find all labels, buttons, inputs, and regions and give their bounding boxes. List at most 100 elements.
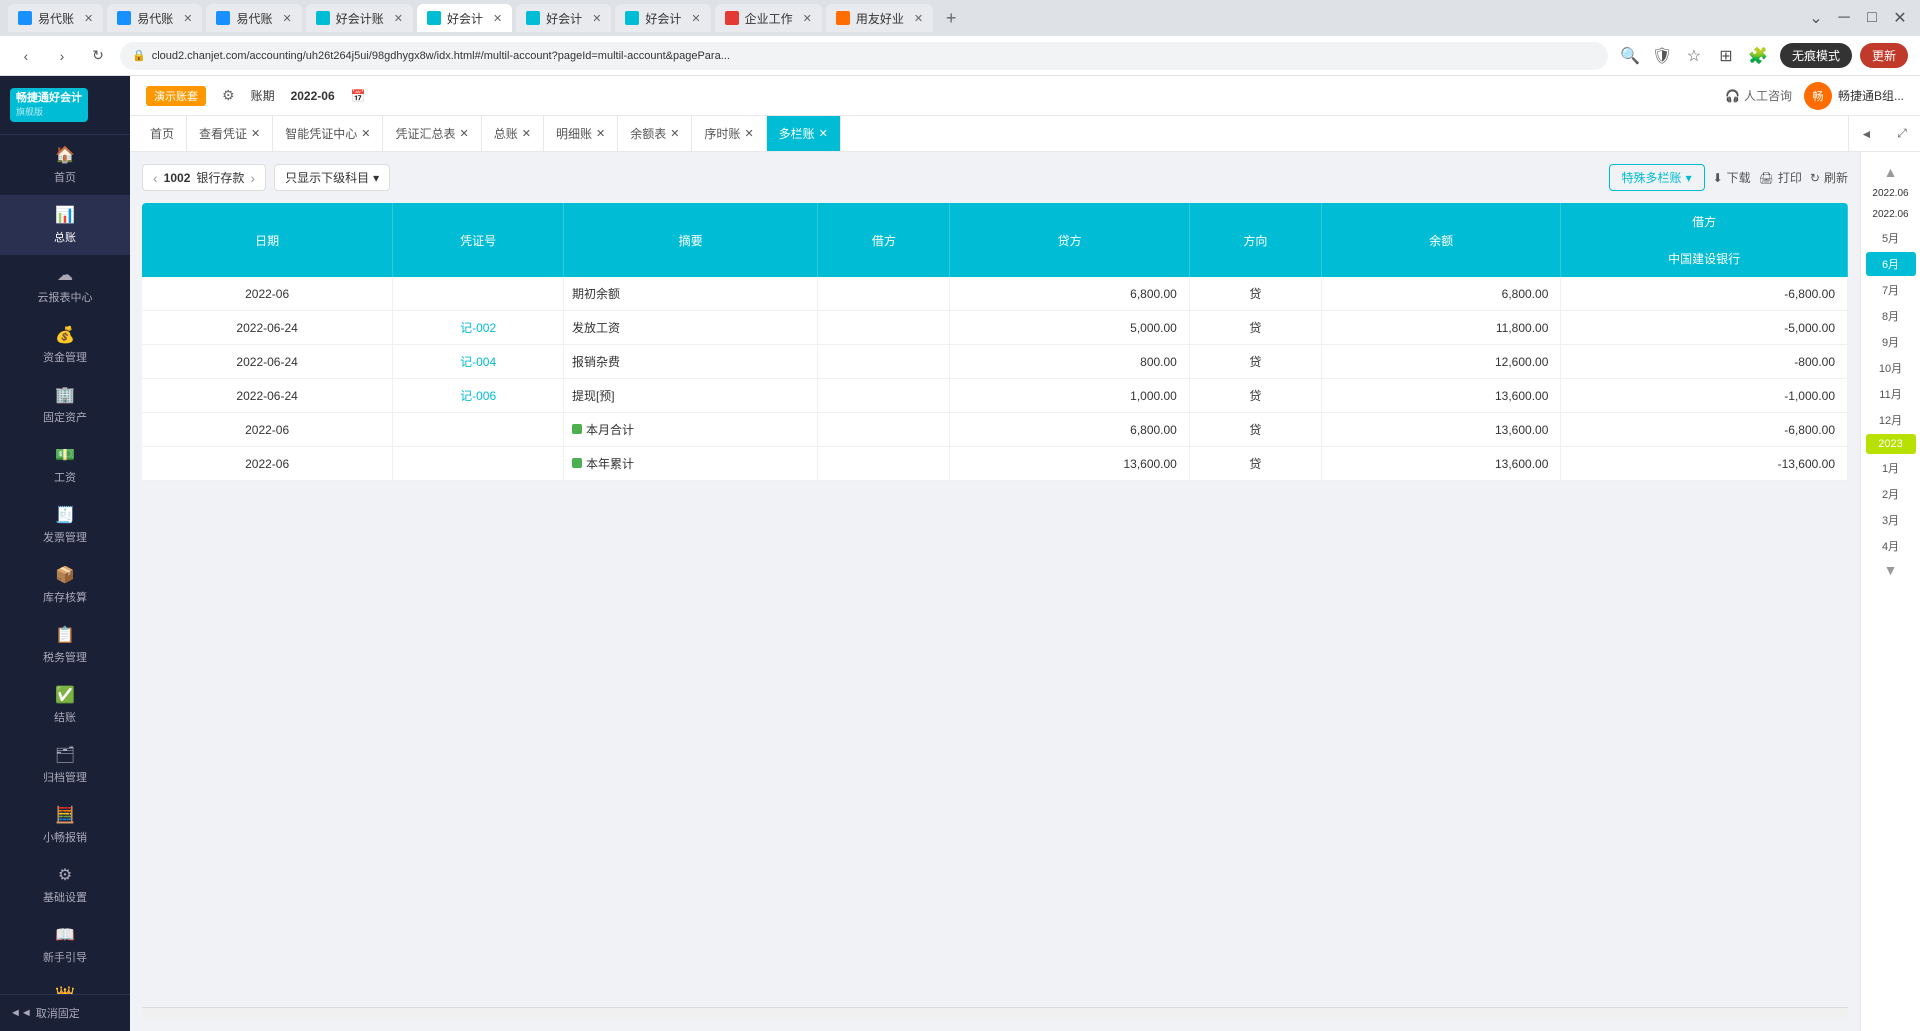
- tab-collapse-button[interactable]: ◄: [1848, 116, 1884, 152]
- tab-balance[interactable]: 余额表 ✕: [618, 116, 692, 152]
- month-dec[interactable]: 12月: [1866, 408, 1916, 432]
- tab-multi-column[interactable]: 多栏账 ✕: [767, 116, 841, 152]
- search-icon[interactable]: 🔍: [1616, 42, 1644, 70]
- sidebar-item-payroll[interactable]: 💵 工资: [0, 435, 130, 495]
- tab-close-journal[interactable]: ✕: [744, 127, 753, 140]
- tab-close-1[interactable]: ✕: [84, 12, 93, 25]
- consult-button[interactable]: 🎧 人工咨询: [1725, 87, 1792, 104]
- sidebar-item-funds[interactable]: 💰 资金管理: [0, 315, 130, 375]
- star-icon[interactable]: ☆: [1680, 42, 1708, 70]
- print-button[interactable]: 🖨 打印: [1759, 169, 1802, 186]
- sidebar-item-inventory[interactable]: 📦 库存核算: [0, 555, 130, 615]
- browser-tab-8[interactable]: 企业工作 ✕: [715, 4, 822, 32]
- next-account-button[interactable]: ›: [250, 170, 255, 186]
- shield-icon[interactable]: 🛡: [1648, 42, 1676, 70]
- unpin-button[interactable]: ◄◄ 取消固定: [10, 1005, 120, 1021]
- tab-close-balance[interactable]: ✕: [670, 127, 679, 140]
- back-button[interactable]: ‹: [12, 42, 40, 70]
- new-tab-button[interactable]: +: [937, 4, 965, 32]
- month-jan[interactable]: 1月: [1866, 456, 1916, 480]
- sidebar-item-home[interactable]: 🏠 首页: [0, 135, 130, 195]
- close-button[interactable]: ✕: [1888, 6, 1912, 30]
- sidebar-item-cloud-report[interactable]: ☁ 云报表中心: [0, 255, 130, 315]
- tab-close-4[interactable]: ✕: [394, 12, 403, 25]
- month-may[interactable]: 5月: [1866, 226, 1916, 250]
- month-mar[interactable]: 3月: [1866, 508, 1916, 532]
- month-jun[interactable]: 6月: [1866, 252, 1916, 276]
- year-2023-badge[interactable]: 2023: [1866, 434, 1916, 454]
- download-button[interactable]: ⬇ 下载: [1713, 169, 1751, 186]
- scroll-bar-area[interactable]: [142, 1007, 1848, 1019]
- tab-close-smart[interactable]: ✕: [361, 127, 370, 140]
- sidebar-item-expense[interactable]: 🧮 小畅报销: [0, 795, 130, 855]
- stealth-mode-button[interactable]: 无痕模式: [1780, 43, 1852, 68]
- month-aug[interactable]: 8月: [1866, 304, 1916, 328]
- tab-close-2[interactable]: ✕: [183, 12, 192, 25]
- sidebar-item-tax[interactable]: 📋 税务管理: [0, 615, 130, 675]
- prev-account-button[interactable]: ‹: [153, 170, 158, 186]
- tab-detail-ledger[interactable]: 明细账 ✕: [544, 116, 618, 152]
- restore-button[interactable]: □: [1860, 6, 1884, 30]
- browser-tab-1[interactable]: 易代账 ✕: [8, 4, 103, 32]
- scroll-up-button[interactable]: ▲: [1880, 160, 1902, 184]
- tab-close-5[interactable]: ✕: [493, 12, 502, 25]
- month-oct[interactable]: 10月: [1866, 356, 1916, 380]
- month-feb[interactable]: 2月: [1866, 482, 1916, 506]
- sidebar-item-archive[interactable]: 🗂 归档管理: [0, 735, 130, 795]
- month-nov[interactable]: 11月: [1866, 382, 1916, 406]
- tab-close-8[interactable]: ✕: [803, 12, 812, 25]
- tab-expand-button[interactable]: ⤢: [1884, 116, 1920, 152]
- tab-close-detail[interactable]: ✕: [596, 127, 605, 140]
- tab-journal[interactable]: 序时账 ✕: [692, 116, 766, 152]
- tab-close-general[interactable]: ✕: [522, 127, 531, 140]
- month-jul[interactable]: 7月: [1866, 278, 1916, 302]
- calendar-icon[interactable]: 📅: [351, 89, 366, 103]
- forward-button[interactable]: ›: [48, 42, 76, 70]
- tab-list-button[interactable]: ⌄: [1804, 6, 1828, 30]
- browser-tab-3[interactable]: 易代账 ✕: [206, 4, 301, 32]
- tab-voucher-summary[interactable]: 凭证汇总表 ✕: [383, 116, 481, 152]
- sidebar-item-member[interactable]: 👑 畅会员: [0, 975, 130, 994]
- month-sep[interactable]: 9月: [1866, 330, 1916, 354]
- sidebar-item-close-period[interactable]: ✅ 结账: [0, 675, 130, 735]
- scroll-down-button[interactable]: ▼: [1880, 558, 1902, 582]
- cell-voucher[interactable]: 记-006: [393, 379, 564, 413]
- refresh-button[interactable]: ↻ 刷新: [1810, 169, 1848, 186]
- update-button[interactable]: 更新: [1860, 43, 1908, 68]
- cell-voucher[interactable]: 记-002: [393, 311, 564, 345]
- browser-tab-5[interactable]: 好会计 ✕: [417, 4, 512, 32]
- tab-close-voucher[interactable]: ✕: [251, 127, 260, 140]
- tab-smart-voucher[interactable]: 智能凭证中心 ✕: [273, 116, 383, 152]
- special-multi-button[interactable]: 特殊多栏账 ▾: [1609, 164, 1705, 191]
- extensions-icon[interactable]: 🧩: [1744, 42, 1772, 70]
- demo-badge[interactable]: 演示账套: [146, 86, 206, 106]
- sidebar-item-fixed-assets[interactable]: 🏢 固定资产: [0, 375, 130, 435]
- tab-close-3[interactable]: ✕: [282, 12, 291, 25]
- tab-voucher[interactable]: 查看凭证 ✕: [187, 116, 273, 152]
- tab-close-multi[interactable]: ✕: [819, 127, 828, 140]
- tab-home[interactable]: 首页: [138, 116, 187, 152]
- tab-general-ledger[interactable]: 总账 ✕: [482, 116, 544, 152]
- browser-tab-4[interactable]: 好会计账 ✕: [306, 4, 413, 32]
- sidebar-item-settings[interactable]: ⚙ 基础设置: [0, 855, 130, 915]
- sidebar-item-guide[interactable]: 📖 新手引导: [0, 915, 130, 975]
- tab-close-9[interactable]: ✕: [914, 12, 923, 25]
- browser-tab-6[interactable]: 好会计 ✕: [516, 4, 611, 32]
- month-apr[interactable]: 4月: [1866, 534, 1916, 558]
- reload-button[interactable]: ↻: [84, 42, 112, 70]
- browser-tab-7[interactable]: 好会计 ✕: [615, 4, 710, 32]
- sidebar-item-invoice[interactable]: 🧾 发票管理: [0, 495, 130, 555]
- browser-tab-2[interactable]: 易代账 ✕: [107, 4, 202, 32]
- browser-tab-9[interactable]: 用友好业 ✕: [826, 4, 933, 32]
- tab-close-summary[interactable]: ✕: [460, 127, 469, 140]
- sidebar-item-ledger[interactable]: 📊 总账: [0, 195, 130, 255]
- cell-voucher[interactable]: 记-004: [393, 345, 564, 379]
- tab-close-7[interactable]: ✕: [691, 12, 700, 25]
- app-settings-icon[interactable]: ⚙: [222, 87, 235, 104]
- tab-close-6[interactable]: ✕: [592, 12, 601, 25]
- split-view-icon[interactable]: ⊞: [1712, 42, 1740, 70]
- cell-balance: 12,600.00: [1321, 345, 1560, 379]
- address-input[interactable]: 🔒 cloud2.chanjet.com/accounting/uh26t264…: [120, 42, 1608, 70]
- filter-button[interactable]: 只显示下级科目 ▾: [274, 164, 390, 191]
- minimize-button[interactable]: ─: [1832, 6, 1856, 30]
